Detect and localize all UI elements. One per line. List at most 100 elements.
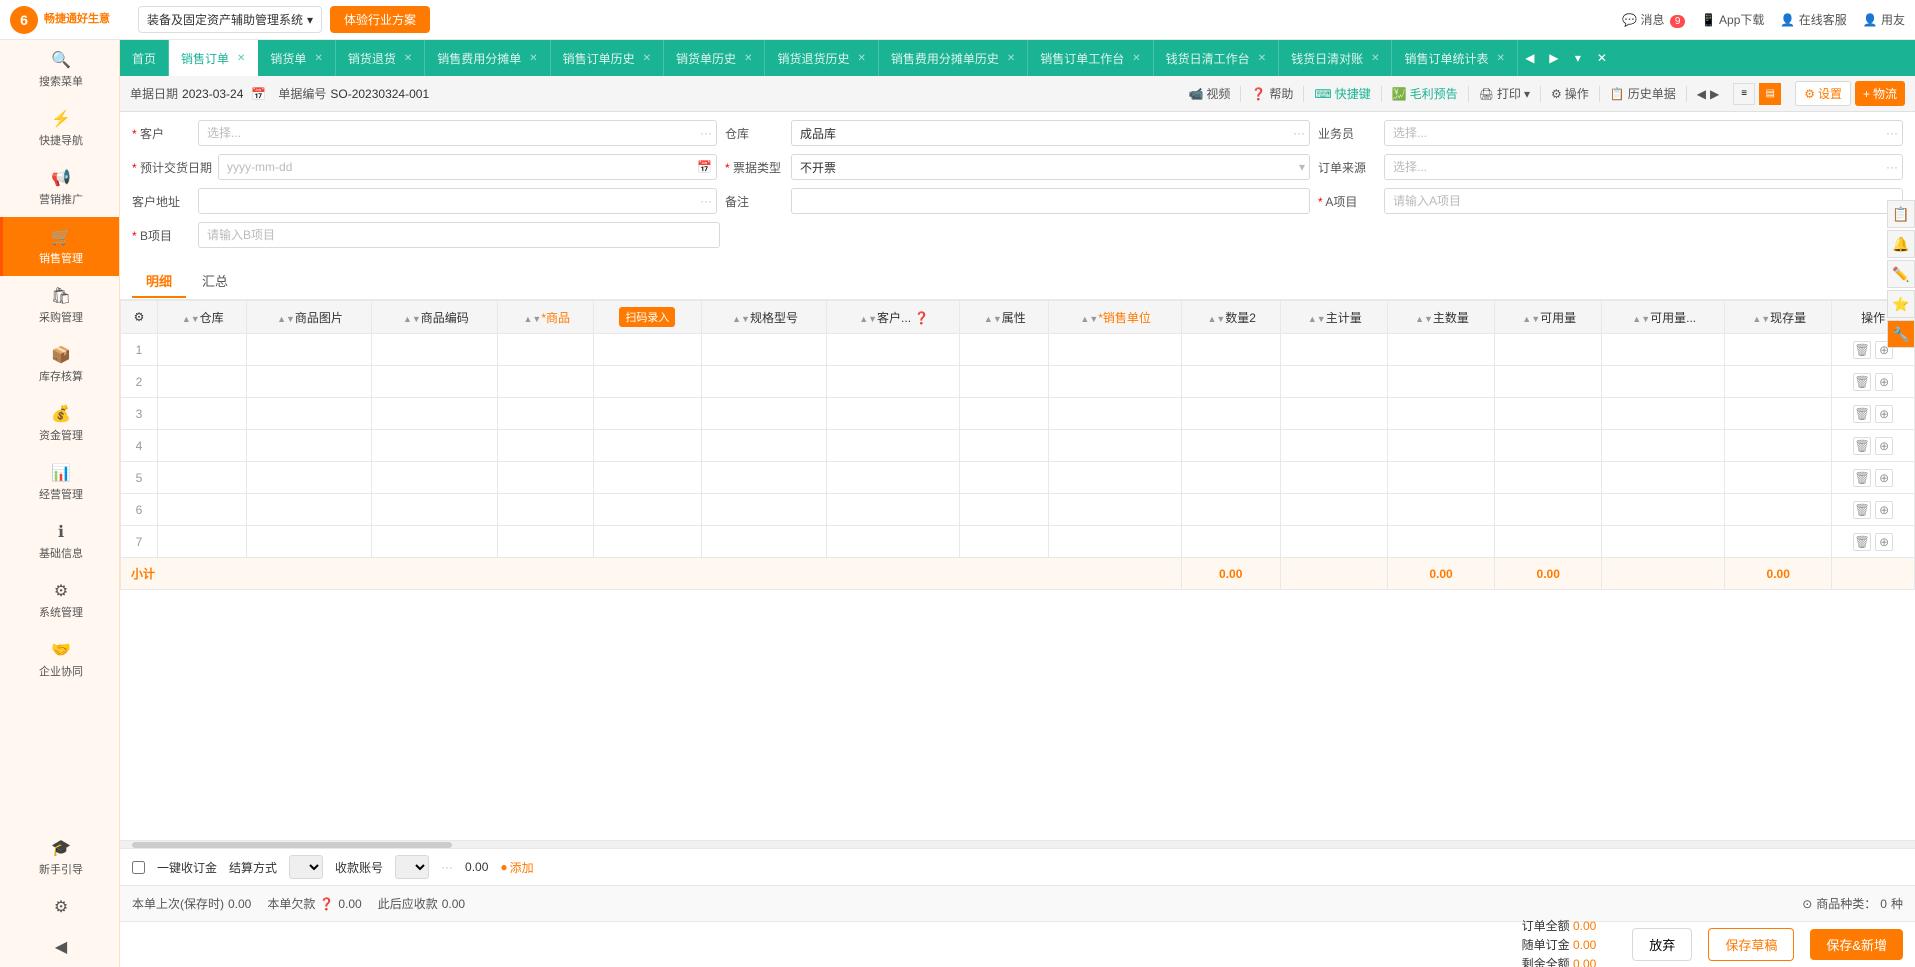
scan-button[interactable]: 扫码录入 xyxy=(619,307,675,327)
tab-sales-slip[interactable]: 销货单 ✕ xyxy=(258,40,335,76)
toolbar-shortcut[interactable]: ⌨ 快捷键 xyxy=(1314,85,1370,102)
copy-row-btn[interactable]: ⊕ xyxy=(1875,533,1893,551)
row-unit[interactable] xyxy=(1048,334,1181,366)
copy-row-btn[interactable]: ⊕ xyxy=(1875,469,1893,487)
sidebar-item-system[interactable]: ⚙ 系统管理 xyxy=(0,571,119,630)
sidebar-item-inventory[interactable]: 📦 库存核算 xyxy=(0,335,119,394)
next-record-icon[interactable]: ▶ xyxy=(1710,87,1719,101)
row-code[interactable] xyxy=(372,334,498,366)
address-dots[interactable]: ··· xyxy=(696,194,716,208)
right-panel-bell[interactable]: 🔔 xyxy=(1887,230,1915,258)
message-icon[interactable]: 💬 消息 9 xyxy=(1622,11,1685,28)
toolbar-history[interactable]: 📋 历史单据 xyxy=(1610,85,1676,102)
system-selector[interactable]: 装备及固定资产辅助管理系统 ▾ xyxy=(138,6,322,33)
settings-panel-btn[interactable]: ⚙ 设置 xyxy=(1795,81,1851,106)
account-select[interactable] xyxy=(395,855,429,879)
right-panel-edit[interactable]: ✏️ xyxy=(1887,260,1915,288)
scroll-thumb[interactable] xyxy=(132,842,452,848)
row-customer-code[interactable] xyxy=(827,334,960,366)
copy-row-btn[interactable]: ⊕ xyxy=(1875,373,1893,391)
sidebar-item-purchase[interactable]: 🛍 采购管理 xyxy=(0,276,119,335)
sidebar-item-sales[interactable]: 🛒 销售管理 xyxy=(0,217,119,276)
prev-record-icon[interactable]: ◀ xyxy=(1697,87,1706,101)
row-product[interactable] xyxy=(498,334,594,366)
delete-row-btn[interactable]: 🗑 xyxy=(1853,405,1871,423)
order-source-input[interactable] xyxy=(1385,160,1882,174)
customer-input[interactable] xyxy=(199,126,696,140)
tab-order-history[interactable]: 销售订单历史 ✕ xyxy=(551,40,664,76)
tab-order-workbench[interactable]: 销售订单工作台 ✕ xyxy=(1028,40,1153,76)
delivery-input[interactable] xyxy=(219,160,693,174)
discard-button[interactable]: 放弃 xyxy=(1632,928,1692,961)
save-new-button[interactable]: 保存&新增 xyxy=(1810,929,1903,960)
copy-row-btn[interactable]: ⊕ xyxy=(1875,405,1893,423)
staff-dots[interactable]: ··· xyxy=(1882,126,1902,140)
tab-expense-split[interactable]: 销售费用分摊单 ✕ xyxy=(425,40,550,76)
toolbar-video[interactable]: 📹 视频 xyxy=(1188,85,1230,102)
tabs-scroll-right[interactable]: ▶ xyxy=(1542,40,1566,76)
tab-detail[interactable]: 明细 xyxy=(132,265,186,298)
row-spec[interactable] xyxy=(701,334,827,366)
tabs-close-all[interactable]: ✕ xyxy=(1590,40,1614,76)
tab-summary[interactable]: 汇总 xyxy=(188,265,242,298)
row-image[interactable] xyxy=(246,334,372,366)
row-warehouse[interactable] xyxy=(158,334,247,366)
list-view-btn[interactable]: ≡ xyxy=(1733,83,1755,105)
tab-return[interactable]: 销货退货 ✕ xyxy=(336,40,425,76)
copy-row-btn[interactable]: ⊕ xyxy=(1875,501,1893,519)
tabs-scroll-left[interactable]: ◀ xyxy=(1518,40,1542,76)
address-input[interactable] xyxy=(199,194,696,208)
sidebar-item-marketing[interactable]: 📢 营销推广 xyxy=(0,158,119,217)
add-payment-btn[interactable]: ● 添加 xyxy=(500,859,533,876)
staff-input[interactable] xyxy=(1385,126,1882,140)
save-draft-button[interactable]: 保存草稿 xyxy=(1708,928,1794,961)
tab-close-icon[interactable]: ✕ xyxy=(744,53,752,64)
tab-close-icon[interactable]: ✕ xyxy=(643,53,651,64)
form-view-btn[interactable]: ▤ xyxy=(1759,83,1781,105)
tab-close-icon[interactable]: ✕ xyxy=(1371,53,1379,64)
deposit-label[interactable]: 一键收订金 xyxy=(157,859,217,876)
solution-button[interactable]: 体验行业方案 xyxy=(330,6,430,33)
right-panel-star[interactable]: ⭐ xyxy=(1887,290,1915,318)
row-stock[interactable] xyxy=(1725,334,1832,366)
row-available2[interactable] xyxy=(1602,334,1725,366)
tab-return-history[interactable]: 销货退货历史 ✕ xyxy=(765,40,878,76)
tab-daily-workbench[interactable]: 钱货日清工作台 ✕ xyxy=(1154,40,1279,76)
row-attr[interactable] xyxy=(960,334,1049,366)
tab-close-icon[interactable]: ✕ xyxy=(1007,53,1015,64)
row-main-unit[interactable] xyxy=(1280,334,1387,366)
invoice-select[interactable] xyxy=(792,160,1295,174)
add-item-panel-btn[interactable]: + 物流 xyxy=(1855,81,1905,106)
tab-sales-order[interactable]: 销售订单 ✕ xyxy=(169,40,258,76)
col-settings[interactable]: ⚙ xyxy=(121,301,158,334)
tab-expense-history[interactable]: 销售费用分摊单历史 ✕ xyxy=(879,40,1028,76)
sidebar-item-operations[interactable]: 📊 经营管理 xyxy=(0,453,119,512)
delete-row-btn[interactable]: 🗑 xyxy=(1853,341,1871,359)
sidebar-item-guide[interactable]: 🎓 新手引导 xyxy=(0,828,119,887)
tab-close-icon[interactable]: ✕ xyxy=(404,53,412,64)
toolbar-help[interactable]: ❓ 帮助 xyxy=(1251,85,1293,102)
tab-close-icon[interactable]: ✕ xyxy=(529,53,537,64)
tab-daily-reconcile[interactable]: 钱货日清对账 ✕ xyxy=(1279,40,1392,76)
warehouse-dots[interactable]: ··· xyxy=(1289,126,1309,140)
right-panel-clipboard[interactable]: 📋 xyxy=(1887,200,1915,228)
sidebar-item-enterprise[interactable]: 🤝 企业协同 xyxy=(0,630,119,689)
warehouse-input[interactable] xyxy=(792,126,1289,140)
tabs-menu[interactable]: ▾ xyxy=(1566,40,1590,76)
delete-row-btn[interactable]: 🗑 xyxy=(1853,469,1871,487)
deposit-checkbox[interactable] xyxy=(132,861,145,874)
sidebar-item-basicinfo[interactable]: ℹ 基础信息 xyxy=(0,512,119,571)
tab-close-icon[interactable]: ✕ xyxy=(237,53,245,64)
tab-close-icon[interactable]: ✕ xyxy=(314,53,322,64)
calendar-icon[interactable]: 📅 xyxy=(251,87,266,101)
column-settings-icon[interactable]: ⚙ xyxy=(134,310,145,324)
order-source-dots[interactable]: ··· xyxy=(1882,160,1902,174)
online-service-link[interactable]: 👤 在线客服 xyxy=(1780,11,1846,28)
app-download-link[interactable]: 📱 App下载 xyxy=(1701,11,1764,28)
toolbar-profit[interactable]: 💹 毛利预告 xyxy=(1392,85,1458,102)
toolbar-print[interactable]: 🖨 打印 ▾ xyxy=(1479,85,1530,102)
invoice-dropdown-icon[interactable]: ▾ xyxy=(1295,160,1309,174)
delete-row-btn[interactable]: 🗑 xyxy=(1853,373,1871,391)
row-available[interactable] xyxy=(1495,334,1602,366)
print-dropdown-icon[interactable]: ▾ xyxy=(1524,87,1530,101)
